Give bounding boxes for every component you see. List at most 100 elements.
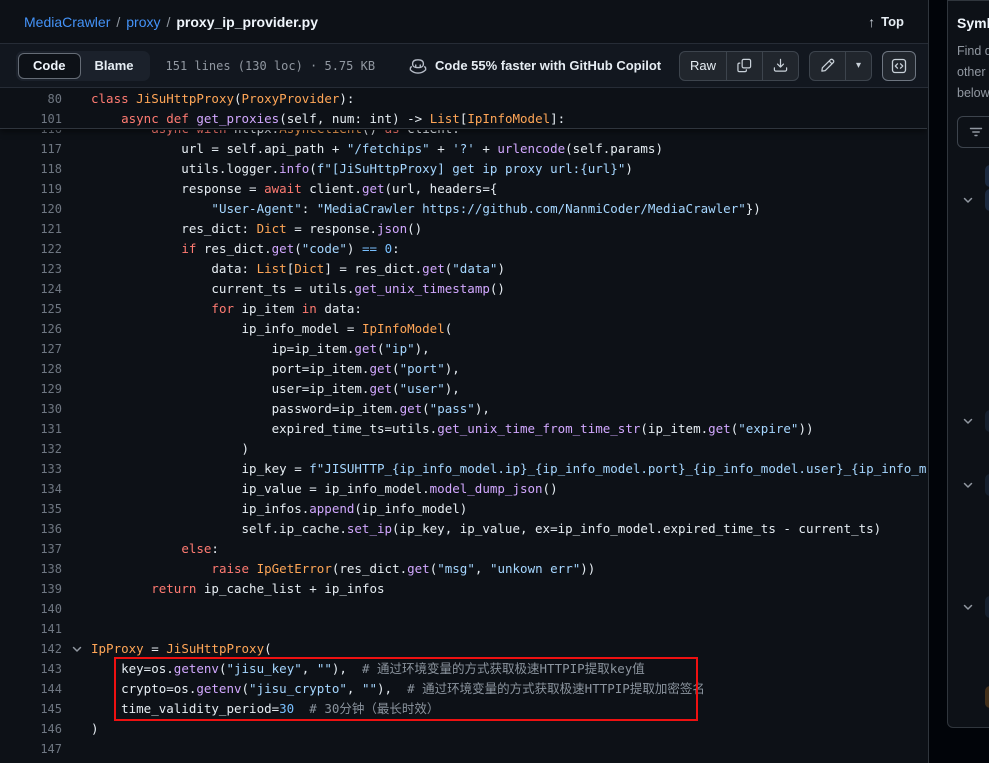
code-line-142: 142 IpProxy = JiSuHttpProxy( — [0, 639, 927, 659]
line-number[interactable]: 144 — [0, 679, 62, 699]
line-number[interactable]: 101 — [0, 109, 62, 129]
line-number[interactable]: 138 — [0, 559, 62, 579]
code-line-137: 137 else: — [0, 539, 927, 559]
symbols-panel-toggle[interactable] — [882, 51, 916, 81]
symbol-item-partial[interactable] — [985, 410, 989, 432]
code-text: IpProxy = JiSuHttpProxy( — [91, 639, 927, 659]
raw-button-group: Raw — [679, 51, 799, 81]
line-number[interactable]: 145 — [0, 699, 62, 719]
code-line-125: 125 for ip_item in data: — [0, 299, 927, 319]
code-line-119: 119 response = await client.get(url, hea… — [0, 179, 927, 199]
line-number[interactable]: 133 — [0, 459, 62, 479]
edit-dropdown-caret[interactable]: ▾ — [846, 52, 871, 80]
breadcrumb-repo-link[interactable]: MediaCrawler — [24, 14, 110, 30]
code-text: user=ip_item.get("user"), — [91, 379, 927, 399]
line-number[interactable]: 130 — [0, 399, 62, 419]
code-text: port=ip_item.get("port"), — [91, 359, 927, 379]
gutter — [62, 719, 91, 739]
breadcrumb-file-name: proxy_ip_provider.py — [176, 14, 318, 30]
gutter — [62, 599, 91, 619]
line-number[interactable]: 131 — [0, 419, 62, 439]
edit-pencil-icon[interactable] — [810, 52, 846, 80]
line-number[interactable]: 141 — [0, 619, 62, 639]
code-viewer: 116 async with httpx.AsyncClient() as cl… — [0, 89, 927, 763]
symbols-title: Symbols — [957, 15, 989, 31]
file-meta: 151 lines (130 loc) · 5.75 KB — [166, 59, 376, 73]
symbol-item-partial[interactable] — [985, 596, 989, 618]
symbol-item-partial[interactable] — [985, 474, 989, 496]
chevron-down-icon[interactable] — [962, 194, 976, 206]
chevron-down-icon[interactable] — [962, 601, 976, 613]
line-number[interactable]: 139 — [0, 579, 62, 599]
tab-blame[interactable]: Blame — [81, 53, 148, 79]
line-number[interactable]: 116 — [0, 130, 62, 139]
line-number[interactable]: 127 — [0, 339, 62, 359]
chevron-down-icon[interactable] — [962, 415, 976, 427]
chevron-down-icon[interactable] — [962, 479, 976, 491]
line-number[interactable]: 134 — [0, 479, 62, 499]
line-number[interactable]: 121 — [0, 219, 62, 239]
line-number[interactable]: 140 — [0, 599, 62, 619]
code-text: for ip_item in data: — [91, 299, 927, 319]
copy-icon[interactable] — [727, 52, 763, 80]
line-number[interactable]: 142 — [0, 639, 62, 659]
code-line-133: 133 ip_key = f"JISUHTTP_{ip_info_model.i… — [0, 459, 927, 479]
code-line-130: 130 password=ip_item.get("pass"), — [0, 399, 927, 419]
line-number[interactable]: 137 — [0, 539, 62, 559]
line-number[interactable]: 119 — [0, 179, 62, 199]
gutter — [62, 130, 91, 139]
copilot-banner[interactable]: Code 55% faster with GitHub Copilot — [409, 57, 661, 75]
symbol-item-partial[interactable] — [985, 686, 989, 708]
code-line-128: 128 port=ip_item.get("port"), — [0, 359, 927, 379]
sticky-context-lines: 80class JiSuHttpProxy(ProxyProvider):101… — [0, 89, 927, 129]
line-number[interactable]: 128 — [0, 359, 62, 379]
download-icon[interactable] — [763, 52, 798, 80]
line-number[interactable]: 132 — [0, 439, 62, 459]
gutter — [62, 89, 91, 109]
code-line-121: 121 res_dict: Dict = response.json() — [0, 219, 927, 239]
code-line-122: 122 if res_dict.get("code") == 0: — [0, 239, 927, 259]
breadcrumb-folder-link[interactable]: proxy — [126, 14, 160, 30]
line-number[interactable]: 120 — [0, 199, 62, 219]
code-line-124: 124 current_ts = utils.get_unix_timestam… — [0, 279, 927, 299]
code-line-136: 136 self.ip_cache.set_ip(ip_key, ip_valu… — [0, 519, 927, 539]
gutter — [62, 259, 91, 279]
line-number[interactable]: 126 — [0, 319, 62, 339]
code-line-120: 120 "User-Agent": "MediaCrawler https://… — [0, 199, 927, 219]
symbol-tree-row — [948, 188, 989, 212]
symbol-item-partial[interactable] — [985, 165, 989, 187]
gutter — [62, 199, 91, 219]
collapse-chevron-icon[interactable] — [62, 639, 91, 659]
code-text: url = self.api_path + "/fetchips" + '?' … — [91, 139, 927, 159]
line-number[interactable]: 143 — [0, 659, 62, 679]
code-text: time_validity_period=30 # 30分钟（最长时效） — [91, 699, 927, 719]
symbol-item-partial[interactable] — [985, 189, 989, 211]
gutter — [62, 109, 91, 129]
code-text: "User-Agent": "MediaCrawler https://gith… — [91, 199, 927, 219]
code-text: data: List[Dict] = res_dict.get("data") — [91, 259, 927, 279]
line-number[interactable]: 117 — [0, 139, 62, 159]
code-line-139: 139 return ip_cache_list + ip_infos — [0, 579, 927, 599]
tab-code[interactable]: Code — [18, 53, 81, 79]
arrow-up-icon: ↑ — [868, 14, 875, 30]
line-number[interactable]: 129 — [0, 379, 62, 399]
symbols-filter-button[interactable] — [957, 116, 989, 148]
line-number[interactable]: 123 — [0, 259, 62, 279]
raw-button[interactable]: Raw — [680, 52, 727, 80]
back-to-top-button[interactable]: ↑ Top — [860, 10, 912, 34]
line-number[interactable]: 135 — [0, 499, 62, 519]
line-number[interactable]: 147 — [0, 739, 62, 759]
line-number[interactable]: 146 — [0, 719, 62, 739]
code-line-141: 141 — [0, 619, 927, 639]
line-number[interactable]: 124 — [0, 279, 62, 299]
line-number[interactable]: 125 — [0, 299, 62, 319]
line-number[interactable]: 136 — [0, 519, 62, 539]
code-text: async with httpx.AsyncClient() as client… — [91, 130, 927, 139]
line-number[interactable]: 80 — [0, 89, 62, 109]
code-line-132: 132 ) — [0, 439, 927, 459]
code-line-144: 144 crypto=os.getenv("jisu_crypto", ""),… — [0, 679, 927, 699]
code-line-138: 138 raise IpGetError(res_dict.get("msg",… — [0, 559, 927, 579]
line-number[interactable]: 118 — [0, 159, 62, 179]
symbol-tree-row — [948, 164, 989, 188]
line-number[interactable]: 122 — [0, 239, 62, 259]
